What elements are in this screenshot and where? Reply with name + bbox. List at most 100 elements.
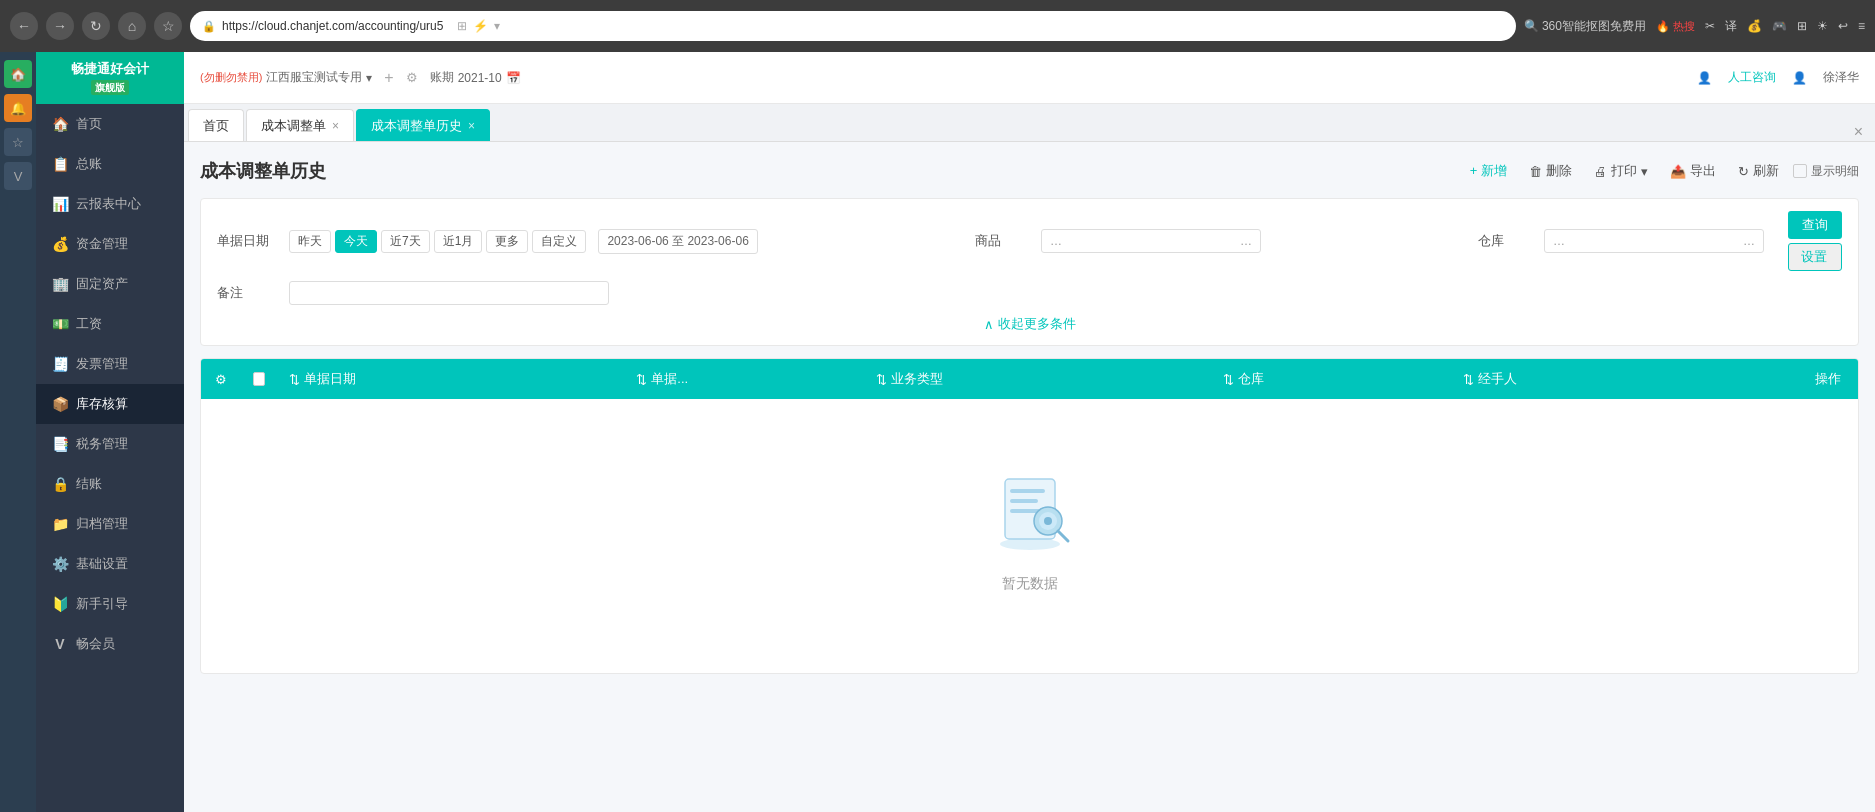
delete-button[interactable]: 🗑 删除 <box>1521 158 1580 184</box>
shortcut-7days[interactable]: 近7天 <box>381 230 430 253</box>
tab-cost-history[interactable]: 成本调整单历史 × <box>356 109 490 141</box>
empty-icon <box>980 459 1080 559</box>
left-icon-2[interactable]: V <box>4 162 32 190</box>
sidebar-item-assets[interactable]: 🏢 固定资产 <box>36 264 184 304</box>
sidebar-item-close[interactable]: 🔒 结账 <box>36 464 184 504</box>
col-operator[interactable]: ⇅ 经手人 <box>1451 370 1798 388</box>
col-biz-type[interactable]: ⇅ 业务类型 <box>864 370 1211 388</box>
new-button[interactable]: + 新增 <box>1462 158 1515 184</box>
left-icon-home[interactable]: 🏠 <box>4 60 32 88</box>
brightness-icon[interactable]: ☀ <box>1817 19 1828 33</box>
tab-home[interactable]: 首页 <box>188 109 244 141</box>
sidebar-item-home[interactable]: 🏠 首页 <box>36 104 184 144</box>
undo-icon[interactable]: ↩ <box>1838 19 1848 33</box>
tab-cost-label: 成本调整单 <box>261 117 326 135</box>
sidebar-label-ledger: 总账 <box>76 155 102 173</box>
address-bar[interactable]: 🔒 https://cloud.chanjet.com/accounting/u… <box>190 11 1516 41</box>
sidebar-item-settings[interactable]: ⚙️ 基础设置 <box>36 544 184 584</box>
collapse-button[interactable]: ∧ 收起更多条件 <box>984 315 1076 333</box>
sort-voucher-icon: ⇅ <box>636 372 647 387</box>
display-toggle[interactable]: 显示明细 <box>1793 163 1859 180</box>
sidebar-item-ledger[interactable]: 📋 总账 <box>36 144 184 184</box>
lightning-icon: ⚡ <box>473 19 488 33</box>
shortcut-yesterday[interactable]: 昨天 <box>289 230 331 253</box>
col-check[interactable] <box>241 372 277 386</box>
col-warehouse[interactable]: ⇅ 仓库 <box>1211 370 1451 388</box>
col-date[interactable]: ⇅ 单据日期 <box>277 370 624 388</box>
shortcut-custom[interactable]: 自定义 <box>532 230 586 253</box>
refresh-button[interactable]: ↻ 刷新 <box>1730 158 1787 184</box>
sidebar-item-archive[interactable]: 📁 归档管理 <box>36 504 184 544</box>
left-icon-orange[interactable]: 🔔 <box>4 94 32 122</box>
remark-input[interactable] <box>289 281 609 305</box>
shortcut-1month[interactable]: 近1月 <box>434 230 483 253</box>
company-selector[interactable]: (勿删勿禁用) 江西服宝测试专用 ▾ <box>200 69 372 86</box>
logo-sub: 旗舰版 <box>91 80 129 95</box>
tab-cost-adjustment[interactable]: 成本调整单 × <box>246 109 354 141</box>
add-company-icon[interactable]: + <box>384 69 393 87</box>
sidebar-item-invoice[interactable]: 🧾 发票管理 <box>36 344 184 384</box>
wallet-icon[interactable]: 💰 <box>1747 19 1762 33</box>
warehouse-select[interactable]: … … <box>1544 229 1764 253</box>
settings-gear-icon[interactable]: ⚙ <box>406 70 418 85</box>
sidebar-label-home: 首页 <box>76 115 102 133</box>
invoice-icon: 🧾 <box>52 356 68 372</box>
translate-icon[interactable]: 译 <box>1725 18 1737 35</box>
sidebar-item-salary[interactable]: 💵 工资 <box>36 304 184 344</box>
tab-history-close[interactable]: × <box>468 119 475 133</box>
url-text: https://cloud.chanjet.com/accounting/uru… <box>222 19 443 33</box>
tab-history-label: 成本调整单历史 <box>371 117 462 135</box>
sidebar-item-guide[interactable]: 🔰 新手引导 <box>36 584 184 624</box>
game-icon[interactable]: 🎮 <box>1772 19 1787 33</box>
global-close-icon[interactable]: × <box>1842 123 1875 141</box>
sidebar-item-tax[interactable]: 📑 税务管理 <box>36 424 184 464</box>
date-range-input[interactable]: 2023-06-06 至 2023-06-06 <box>598 229 757 254</box>
goods-select[interactable]: … … <box>1041 229 1261 253</box>
consult-label[interactable]: 人工咨询 <box>1728 69 1776 86</box>
query-button[interactable]: 查询 <box>1788 211 1842 239</box>
calendar-icon: 📅 <box>506 71 521 85</box>
main-content: (勿删勿禁用) 江西服宝测试专用 ▾ + ⚙ 账期 2021-10 📅 👤 人工… <box>184 52 1875 812</box>
period-selector[interactable]: 账期 2021-10 📅 <box>430 69 521 86</box>
star-button[interactable]: ☆ <box>154 12 182 40</box>
delete-icon: 🗑 <box>1529 164 1542 179</box>
sidebar-label-archive: 归档管理 <box>76 515 128 533</box>
user-avatar: 👤 <box>1792 71 1807 85</box>
tab-cost-close[interactable]: × <box>332 119 339 133</box>
lock-icon: 🔒 <box>202 20 216 33</box>
empty-state: 暂无数据 <box>201 399 1858 673</box>
header-checkbox[interactable] <box>253 372 265 386</box>
chevron-up-icon: ∧ <box>984 317 994 332</box>
period-value: 2021-10 <box>458 71 502 85</box>
left-strip: 🏠 🔔 ☆ V <box>0 52 36 812</box>
date-shortcuts: 昨天 今天 近7天 近1月 更多 自定义 <box>289 230 586 253</box>
apps-icon[interactable]: ⊞ <box>1797 19 1807 33</box>
scissors-icon[interactable]: ✂ <box>1705 19 1715 33</box>
col-voucher[interactable]: ⇅ 单据... <box>624 370 864 388</box>
home-button[interactable]: ⌂ <box>118 12 146 40</box>
settings-btn[interactable]: 设置 <box>1788 243 1842 271</box>
svg-point-8 <box>1044 517 1052 525</box>
forward-button[interactable]: → <box>46 12 74 40</box>
funds-icon: 💰 <box>52 236 68 252</box>
shortcut-today[interactable]: 今天 <box>335 230 377 253</box>
company-name: 江西服宝测试专用 <box>266 69 362 86</box>
shortcut-more[interactable]: 更多 <box>486 230 528 253</box>
page-title: 成本调整单历史 <box>200 159 326 183</box>
tax-icon: 📑 <box>52 436 68 452</box>
user-name[interactable]: 徐泽华 <box>1823 69 1859 86</box>
sidebar-item-member[interactable]: V 畅会员 <box>36 624 184 664</box>
company-dropdown-icon: ▾ <box>366 71 372 85</box>
filter-section: 单据日期 昨天 今天 近7天 近1月 更多 自定义 2023-06-06 至 2… <box>200 198 1859 346</box>
back-button[interactable]: ← <box>10 12 38 40</box>
sidebar-item-reports[interactable]: 📊 云报表中心 <box>36 184 184 224</box>
sidebar-item-funds[interactable]: 💰 资金管理 <box>36 224 184 264</box>
menu-icon[interactable]: ≡ <box>1858 19 1865 33</box>
checkbox-toggle[interactable] <box>1793 164 1807 178</box>
refresh-button[interactable]: ↻ <box>82 12 110 40</box>
sidebar-item-inventory[interactable]: 📦 库存核算 <box>36 384 184 424</box>
left-icon-1[interactable]: ☆ <box>4 128 32 156</box>
print-button[interactable]: 🖨 打印 ▾ <box>1586 158 1656 184</box>
export-button[interactable]: 📤 导出 <box>1662 158 1724 184</box>
col-gear[interactable]: ⚙ <box>201 372 241 387</box>
